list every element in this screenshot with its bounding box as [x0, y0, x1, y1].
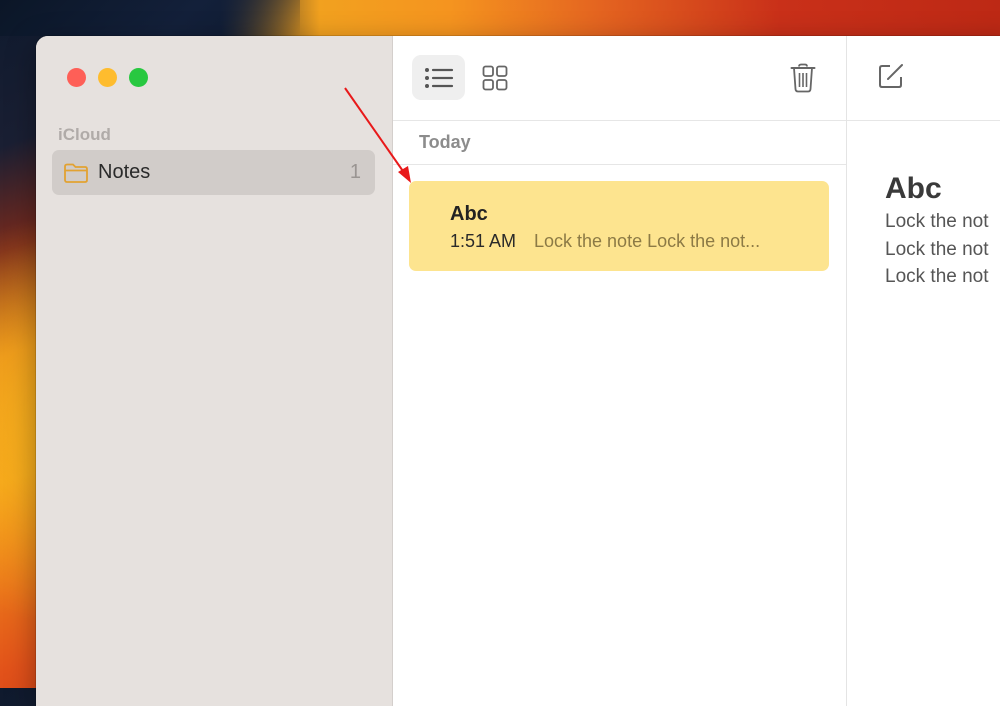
sidebar: iCloud Notes 1 [36, 36, 393, 706]
traffic-lights [67, 68, 148, 87]
note-body-line[interactable]: Lock the not [885, 266, 989, 288]
editor-toolbar [847, 36, 1000, 121]
list-view-button[interactable] [412, 55, 465, 100]
minimize-button[interactable] [98, 68, 117, 87]
close-button[interactable] [67, 68, 86, 87]
list-view-icon [424, 67, 453, 88]
note-card[interactable]: Abc 1:51 AM Lock the note Lock the not..… [409, 181, 829, 271]
delete-note-button[interactable] [776, 55, 829, 100]
note-time: 1:51 AM [450, 231, 517, 251]
folder-icon [64, 163, 88, 183]
trash-icon [790, 63, 815, 92]
notes-window: iCloud Notes 1 Today Abc 1:51 AM Lock th… [36, 36, 1000, 706]
new-note-button[interactable] [873, 58, 909, 94]
note-editor-pane: Abc Lock the not Lock the not Lock the n… [847, 36, 1000, 706]
group-label-today: Today [419, 132, 471, 152]
note-body-line[interactable]: Lock the not [885, 211, 989, 233]
folder-name: Notes [98, 161, 151, 183]
note-list-pane: Today Abc 1:51 AM Lock the note Lock the… [393, 36, 847, 706]
note-title: Abc [450, 203, 488, 225]
gallery-view-button[interactable] [468, 55, 521, 100]
compose-icon [879, 64, 903, 88]
zoom-button[interactable] [129, 68, 148, 87]
note-body-line[interactable]: Lock the not [885, 239, 989, 261]
sidebar-folder-notes[interactable]: Notes 1 [52, 150, 375, 195]
note-list-toolbar [393, 36, 846, 121]
section-label-icloud: iCloud [58, 125, 111, 144]
gallery-view-icon [482, 65, 507, 90]
folder-count: 1 [349, 161, 361, 183]
desktop-wallpaper [0, 0, 1000, 36]
divider [393, 164, 846, 165]
note-preview: Lock the note Lock the not... [534, 231, 761, 251]
note-body-title[interactable]: Abc [885, 172, 942, 206]
